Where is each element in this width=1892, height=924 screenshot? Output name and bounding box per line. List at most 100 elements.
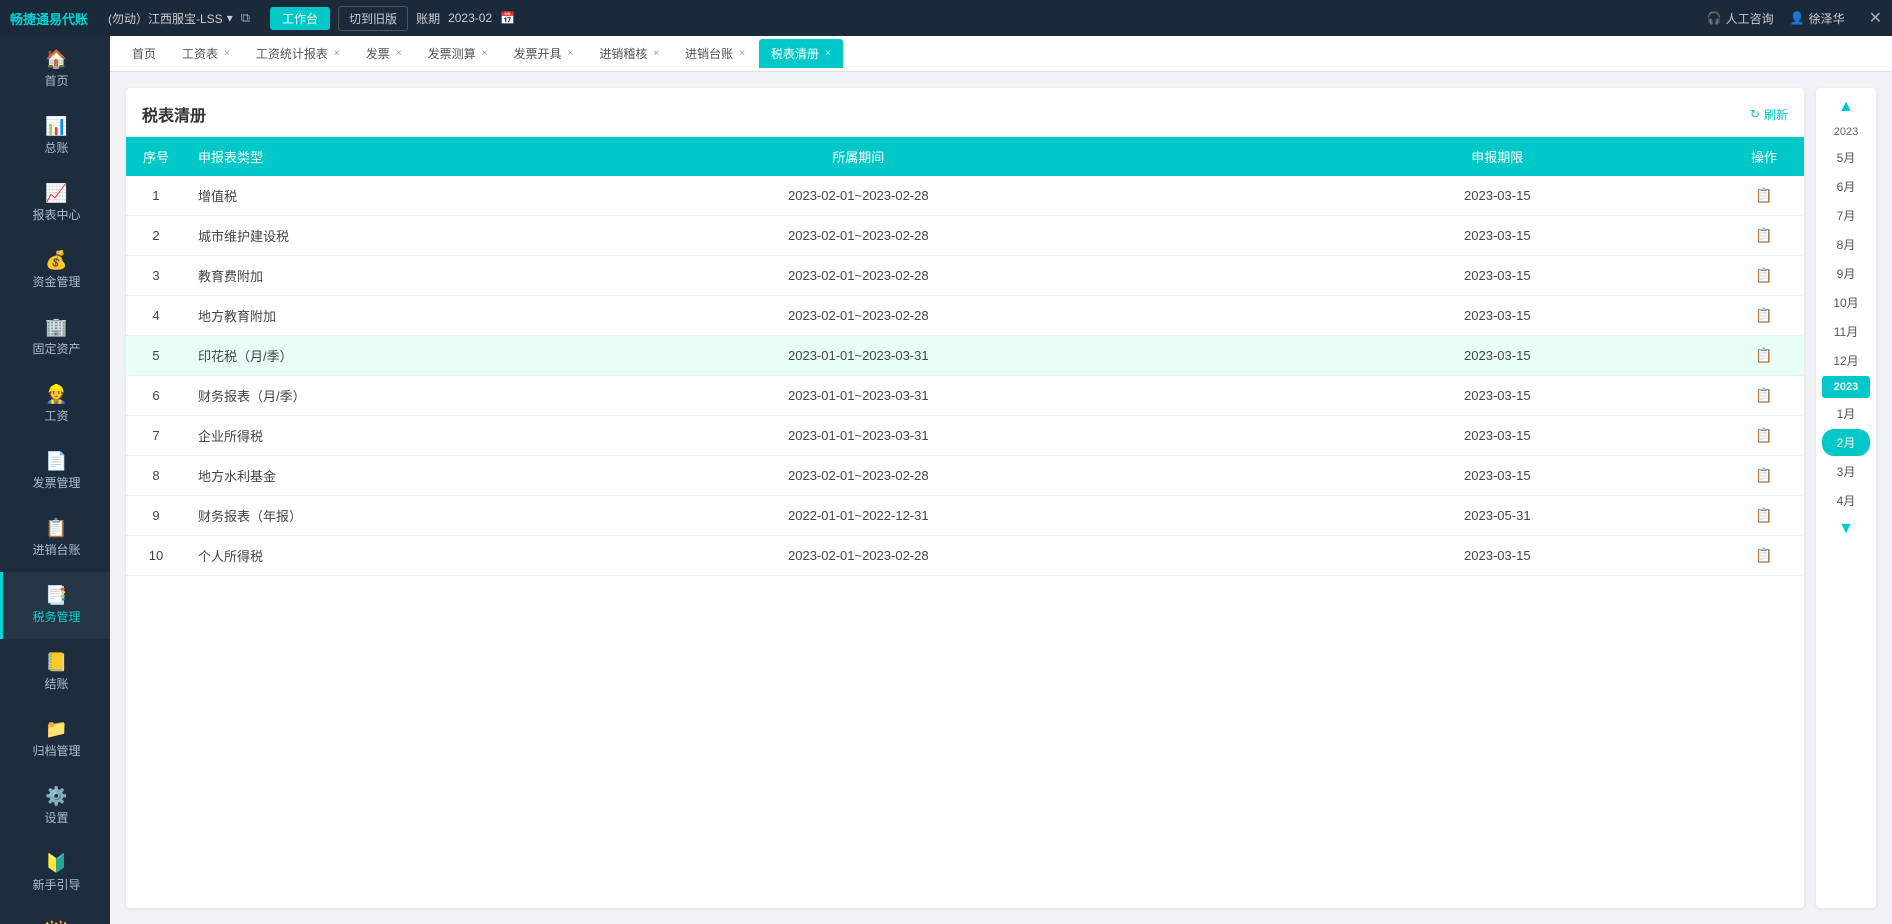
user-info[interactable]: 👤 徐泽华 [1790,10,1845,27]
month-9[interactable]: 9月 [1822,260,1870,287]
month-5[interactable]: 5月 [1822,144,1870,171]
sidebar-item-close[interactable]: 📒 结账 [0,639,110,706]
cell-deadline: 2023-03-15 [1271,336,1724,376]
month-7[interactable]: 7月 [1822,202,1870,229]
year-2023-marker: 2023 [1822,376,1870,398]
tab-close-payroll-stats[interactable]: × [334,48,340,59]
cell-action: 📋 [1724,496,1804,536]
action-file-icon[interactable]: 📋 [1755,547,1772,563]
table-row: 7 企业所得税 2023-01-01~2023-03-31 2023-03-15… [126,416,1804,456]
action-file-icon[interactable]: 📋 [1755,227,1772,243]
cell-deadline: 2023-03-15 [1271,536,1724,576]
tab-close-invoice[interactable]: × [396,48,402,59]
month-1[interactable]: 1月 [1822,400,1870,427]
month-4[interactable]: 4月 [1822,487,1870,514]
human-consult[interactable]: 🎧 人工咨询 [1707,10,1774,27]
tab-close-payroll[interactable]: × [224,48,230,59]
user-avatar: 👤 [1790,11,1805,25]
month-6[interactable]: 6月 [1822,173,1870,200]
sidebar-item-assets[interactable]: 🏢 固定资产 [0,304,110,371]
close-icon[interactable]: ✕ [1869,8,1882,28]
month-12[interactable]: 12月 [1822,347,1870,374]
sidebar-item-guide[interactable]: 🔰 新手引导 [0,840,110,907]
sidebar-item-archive[interactable]: 📁 归档管理 [0,706,110,773]
assets-icon: 🏢 [45,318,67,336]
tab-close-tax-list[interactable]: × [825,48,831,59]
sidebar-label-assets: 固定资产 [32,340,80,357]
tab-payroll[interactable]: 工资表 × [170,39,242,68]
cell-period: 2023-02-01~2023-02-28 [446,456,1271,496]
sidebar-item-payroll[interactable]: 👷 工资 [0,371,110,438]
cell-seq: 9 [126,496,186,536]
tab-payroll-stats[interactable]: 工资统计报表 × [244,39,352,68]
action-file-icon[interactable]: 📋 [1755,387,1772,403]
cell-type: 地方教育附加 [186,296,446,336]
action-file-icon[interactable]: 📋 [1755,507,1772,523]
sidebar-item-reports[interactable]: 📈 报表中心 [0,170,110,237]
tab-close-invoice-issue[interactable]: × [567,48,573,59]
sidebar-item-invoice[interactable]: 📄 发票管理 [0,438,110,505]
company-selector[interactable]: (勿动）江西服宝-LSS ▾ [108,10,233,27]
col-deadline: 申报期限 [1271,137,1724,176]
action-file-icon[interactable]: 📋 [1755,347,1772,363]
cell-seq: 3 [126,256,186,296]
table-row: 2 城市维护建设税 2023-02-01~2023-02-28 2023-03-… [126,216,1804,256]
cell-seq: 4 [126,296,186,336]
sidebar-item-home[interactable]: 🏠 首页 [0,36,110,103]
scroll-down-button[interactable]: ▼ [1834,516,1858,542]
cell-action: 📋 [1724,256,1804,296]
right-panel: ▲ 2023 5月 6月 7月 8月 9月 10月 11月 12月 2023 1… [1816,88,1876,908]
main-panel: 税表清册 ↻ 刷新 序号 申报表类型 所属期间 申报期限 [126,88,1804,908]
tab-home[interactable]: 首页 [120,39,168,68]
topbar-center: 工作台 切到旧版 账期 2023-02 📅 [270,6,515,31]
action-file-icon[interactable]: 📋 [1755,187,1772,203]
tab-purchase-audit[interactable]: 进销稽核 × [587,39,671,68]
cell-seq: 6 [126,376,186,416]
month-2[interactable]: 2月 [1822,429,1870,456]
sidebar-item-funds[interactable]: 💰 资金管理 [0,237,110,304]
tab-purchase-ledger[interactable]: 进销台账 × [673,39,757,68]
action-file-icon[interactable]: 📋 [1755,467,1772,483]
scroll-up-button[interactable]: ▲ [1834,94,1858,120]
month-11[interactable]: 11月 [1822,318,1870,345]
workspace-button[interactable]: 工作台 [270,7,330,30]
tab-close-purchase-audit[interactable]: × [653,48,659,59]
purchase-sales-icon: 📋 [45,519,67,537]
copy-icon[interactable]: ⧉ [241,10,250,26]
refresh-button[interactable]: ↻ 刷新 [1750,106,1788,123]
table-row: 10 个人所得税 2023-02-01~2023-02-28 2023-03-1… [126,536,1804,576]
cell-deadline: 2023-03-15 [1271,216,1724,256]
month-10[interactable]: 10月 [1822,289,1870,316]
cell-seq: 10 [126,536,186,576]
table-header-row: 序号 申报表类型 所属期间 申报期限 操作 [126,137,1804,176]
tabbar: 首页 工资表 × 工资统计报表 × 发票 × 发票测算 × 发票开具 × [110,36,1892,72]
sidebar-item-purchase-sales[interactable]: 📋 进销台账 [0,505,110,572]
tab-invoice-issue[interactable]: 发票开具 × [501,39,585,68]
sidebar-item-member[interactable]: 👑 畅会员 [0,907,110,924]
settings-icon: ⚙️ [45,787,67,805]
app-logo: 畅捷通易代账 [10,9,88,28]
action-file-icon[interactable]: 📋 [1755,427,1772,443]
tab-close-purchase-ledger[interactable]: × [739,48,745,59]
action-file-icon[interactable]: 📋 [1755,267,1772,283]
month-3[interactable]: 3月 [1822,458,1870,485]
sidebar-item-ledger[interactable]: 📊 总账 [0,103,110,170]
cell-deadline: 2023-03-15 [1271,416,1724,456]
tab-close-invoice-calc[interactable]: × [482,48,488,59]
payroll-icon: 👷 [45,385,67,403]
sidebar-item-tax[interactable]: 📑 税务管理 [0,572,110,639]
switch-button[interactable]: 切到旧版 [338,6,408,31]
sidebar-label-payroll: 工资 [44,407,68,424]
tab-invoice-calc[interactable]: 发票测算 × [416,39,500,68]
cell-period: 2023-02-01~2023-02-28 [446,536,1271,576]
sidebar-item-settings[interactable]: ⚙️ 设置 [0,773,110,840]
tab-invoice[interactable]: 发票 × [354,39,414,68]
cell-period: 2023-02-01~2023-02-28 [446,256,1271,296]
table-row: 6 财务报表（月/季） 2023-01-01~2023-03-31 2023-0… [126,376,1804,416]
home-icon: 🏠 [45,50,67,68]
month-8[interactable]: 8月 [1822,231,1870,258]
cell-type: 企业所得税 [186,416,446,456]
calendar-icon[interactable]: 📅 [500,11,515,25]
action-file-icon[interactable]: 📋 [1755,307,1772,323]
tab-tax-list[interactable]: 税表清册 × [759,39,843,68]
